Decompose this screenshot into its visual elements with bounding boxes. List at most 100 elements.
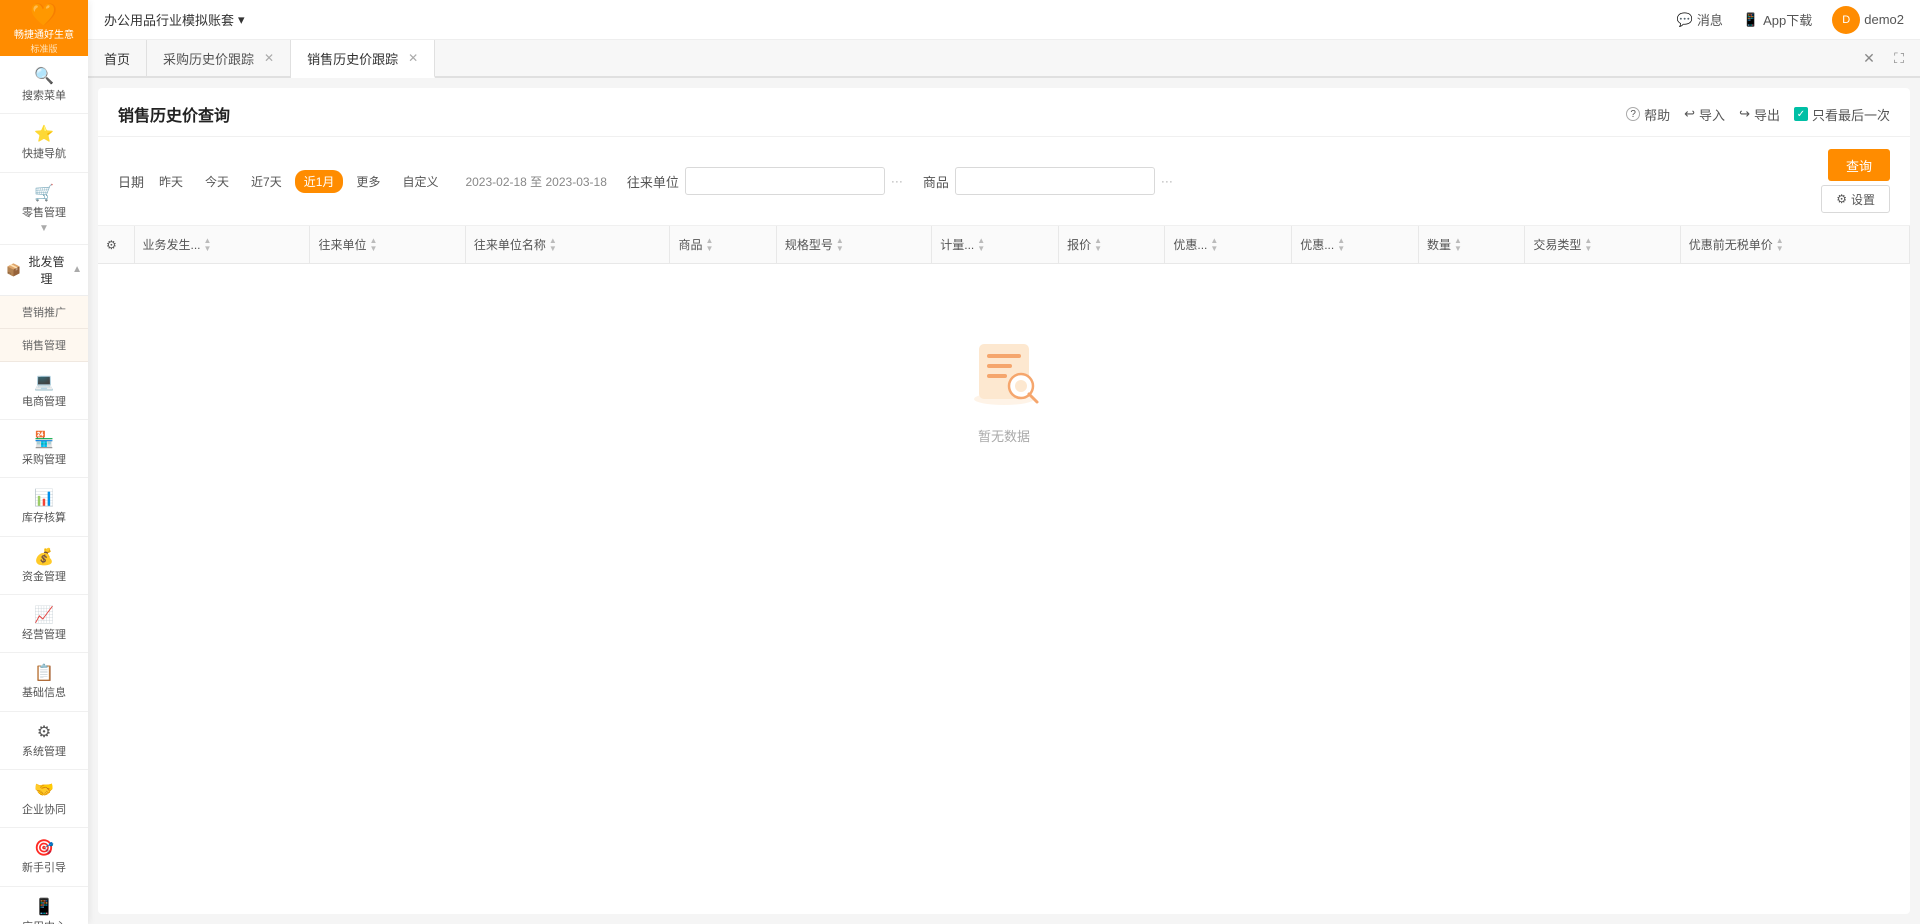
sidebar-item-label: 采购管理 [22,453,66,467]
sidebar-item-enterprise-collab[interactable]: 🤝 企业协同 [0,770,88,828]
tab-purchase-history-close[interactable]: ✕ [264,51,274,65]
sidebar-sub-item-marketing[interactable]: 营销推广 [0,296,88,329]
enterprise-collab-icon: 🤝 [34,780,54,800]
sidebar-item-label: 库存核算 [22,511,66,525]
th-pre-tax-price[interactable]: 优惠前无税单价 ▲▼ [1680,226,1909,264]
new-guide-icon: 🎯 [34,838,54,858]
table-area: ⚙ 业务发生... ▲▼ 往来单位 [98,226,1910,914]
date-btn-1month[interactable]: 近1月 [295,170,344,193]
th-counterparty-name[interactable]: 往来单位名称 ▲▼ [465,226,670,264]
export-action[interactable]: ↪ 导出 [1739,105,1780,124]
th-gear[interactable]: ⚙ [98,226,134,264]
sidebar-item-quick-nav[interactable]: ⭐ 快捷导航 [0,114,88,172]
tab-sales-history[interactable]: 销售历史价跟踪 ✕ [291,40,435,78]
logo-icon: 🧡 [30,2,57,28]
message-icon: 💬 [1677,12,1693,28]
sidebar-item-label: 系统管理 [22,745,66,759]
th-price[interactable]: 报价 ▲▼ [1059,226,1165,264]
empty-text: 暂无数据 [978,426,1030,445]
sidebar-sub-item-sales-mgmt[interactable]: 销售管理 [0,329,88,362]
account-name: 办公用品行业模拟账套 [104,10,234,29]
settings-button[interactable]: ⚙ 设置 [1821,185,1890,213]
date-range-text: 2023-02-18 至 2023-03-18 [465,173,606,190]
inventory-icon: 📊 [34,488,54,508]
sort-arrows-spec: ▲▼ [836,237,844,253]
username: demo2 [1864,12,1904,27]
tabbar-controls: ✕ ⛶ [1848,40,1920,76]
counterparty-dots[interactable]: ··· [891,174,903,188]
date-filter-group: 日期 昨天 今天 近7天 近1月 更多 自定义 2023-02-18 至 202… [118,170,607,193]
goods-label: 商品 [923,172,949,191]
tab-sales-history-close[interactable]: ✕ [408,51,418,65]
th-counterparty-name-label: 往来单位名称 [474,236,546,253]
page-header: 销售历史价查询 ? 帮助 ↩ 导入 ↪ 导出 ✓ [98,88,1910,137]
goods-input[interactable] [955,167,1155,195]
app-download-action[interactable]: 📱 App下载 [1743,10,1812,29]
sidebar-item-new-guide[interactable]: 🎯 新手引导 [0,828,88,886]
sidebar-item-search-menu[interactable]: 🔍 搜索菜单 [0,56,88,114]
page-content: 销售历史价查询 ? 帮助 ↩ 导入 ↪ 导出 ✓ [98,88,1910,914]
message-action[interactable]: 💬 消息 [1677,10,1723,29]
fullscreen-button[interactable]: ⛶ [1888,47,1910,69]
th-discount1-label: 优惠... [1173,236,1207,253]
th-unit[interactable]: 计量... ▲▼ [932,226,1059,264]
sidebar-item-retail-mgmt[interactable]: 🛒 零售管理 ▼ [0,173,88,245]
sidebar-item-basic-info[interactable]: 📋 基础信息 [0,653,88,711]
filter-area: 日期 昨天 今天 近7天 近1月 更多 自定义 2023-02-18 至 202… [98,137,1910,226]
user-avatar: D [1832,6,1860,34]
th-trade-type[interactable]: 交易类型 ▲▼ [1525,226,1680,264]
sidebar-item-label: 电商管理 [22,395,66,409]
app-version: 标准版 [30,42,57,55]
sidebar-item-label: 零售管理 [22,206,66,220]
sidebar-item-wholesale-mgmt[interactable]: 📦 批发管理 ▲ [0,245,88,296]
date-btn-custom[interactable]: 自定义 [393,170,447,193]
th-counterparty-code[interactable]: 往来单位 ▲▼ [310,226,465,264]
sidebar-item-label: 经营管理 [22,628,66,642]
tab-sales-history-label: 销售历史价跟踪 [307,49,398,68]
purchase-mgmt-icon: 🏪 [34,430,54,450]
only-last-checkbox[interactable]: ✓ [1794,107,1808,121]
date-btn-more[interactable]: 更多 [347,170,389,193]
th-spec-label: 规格型号 [785,236,833,253]
tab-purchase-history[interactable]: 采购历史价跟踪 ✕ [147,40,291,76]
content-area: 销售历史价查询 ? 帮助 ↩ 导入 ↪ 导出 ✓ [88,78,1920,924]
app-logo[interactable]: 🧡 畅捷通好生意 标准版 [0,0,88,56]
counterparty-input[interactable] [685,167,885,195]
th-biz-date[interactable]: 业务发生... ▲▼ [134,226,310,264]
close-tab-button[interactable]: ✕ [1858,47,1880,69]
date-btn-today[interactable]: 今天 [196,170,238,193]
counterparty-filter-group: 往来单位 ··· [627,167,903,195]
date-btn-yesterday[interactable]: 昨天 [150,170,192,193]
sidebar-item-app-center[interactable]: 📱 应用中心 [0,887,88,924]
import-icon: ↩ [1684,106,1695,122]
th-discount2-label: 优惠... [1300,236,1334,253]
th-spec[interactable]: 规格型号 ▲▼ [776,226,931,264]
sidebar-item-operation-mgmt[interactable]: 📈 经营管理 [0,595,88,653]
sidebar-sub-item-label: 销售管理 [22,340,66,352]
topbar-title-section: 办公用品行业模拟账套 ▾ [104,10,1677,29]
sort-arrows-unit: ▲▼ [977,237,985,253]
th-quantity[interactable]: 数量 ▲▼ [1418,226,1524,264]
tab-home[interactable]: 首页 [88,40,147,76]
goods-dots[interactable]: ··· [1161,174,1173,188]
import-action[interactable]: ↩ 导入 [1684,105,1725,124]
sidebar-item-purchase-mgmt[interactable]: 🏪 采购管理 [0,420,88,478]
query-button[interactable]: 查询 [1828,149,1890,181]
sidebar-item-finance-mgmt[interactable]: 💰 资金管理 [0,537,88,595]
collapse-arrow-icon: ▲ [72,264,82,275]
account-selector[interactable]: 办公用品行业模拟账套 ▾ [104,10,245,29]
only-last-checkbox-group[interactable]: ✓ 只看最后一次 [1794,105,1890,124]
user-profile[interactable]: D demo2 [1832,6,1904,34]
empty-state: 暂无数据 [98,264,1910,505]
sidebar-item-ecommerce-mgmt[interactable]: 💻 电商管理 [0,362,88,420]
th-discount2[interactable]: 优惠... ▲▼ [1292,226,1419,264]
sort-arrows-pre-tax-price: ▲▼ [1776,237,1784,253]
sidebar-item-inventory[interactable]: 📊 库存核算 [0,478,88,536]
sidebar-sub-item-label: 营销推广 [22,307,66,319]
sidebar-item-system-mgmt[interactable]: ⚙ 系统管理 [0,712,88,770]
help-action[interactable]: ? 帮助 [1626,105,1670,124]
th-discount1[interactable]: 优惠... ▲▼ [1165,226,1292,264]
tabbar: 首页 采购历史价跟踪 ✕ 销售历史价跟踪 ✕ ✕ ⛶ [88,40,1920,78]
date-btn-7days[interactable]: 近7天 [242,170,291,193]
th-goods[interactable]: 商品 ▲▼ [670,226,776,264]
